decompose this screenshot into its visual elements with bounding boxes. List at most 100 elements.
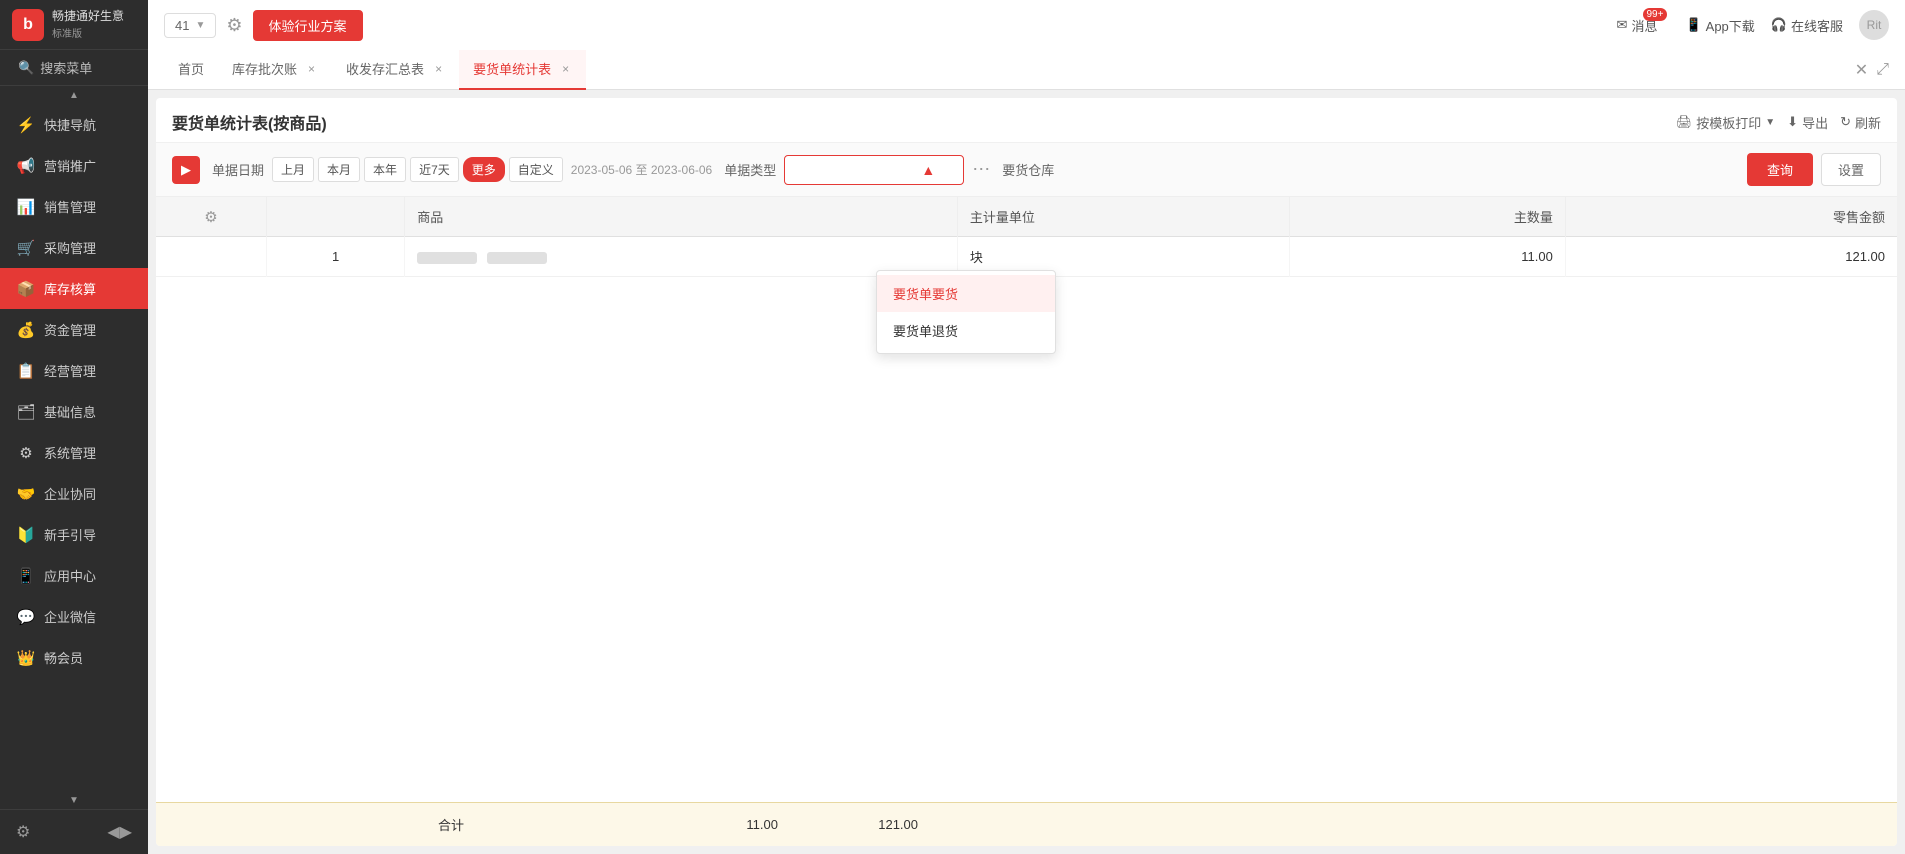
tab-home[interactable]: 首页 [164,50,218,90]
tab-receive-summary-close[interactable]: × [432,61,445,77]
more-filters-icon[interactable]: ⋯ [972,159,990,180]
refresh-icon: ↻ [1840,114,1851,130]
search-label: 搜索菜单 [40,58,92,77]
date-last-month-btn[interactable]: 上月 [272,157,314,182]
user-name: Rit [1867,18,1882,32]
app-download-item[interactable]: 📱 App下载 [1685,16,1754,35]
nav-label-sales: 销售管理 [44,197,96,216]
system-icon: ⚙ [16,444,36,462]
date-quick-btns: 上月 本月 本年 近7天 更多 自定义 [272,157,563,182]
dropdown-item-order-return[interactable]: 要货单退货 [877,312,1055,349]
td-qty: 11.00 [1289,237,1565,277]
date-custom-btn[interactable]: 自定义 [509,157,563,182]
logo-title: 畅捷通好生意 [52,9,124,25]
filter-actions: 查询 设置 [1747,153,1881,186]
sales-icon: 📊 [16,198,36,216]
member-icon: 👑 [16,649,36,667]
online-service-icon: 🎧 [1771,17,1787,33]
sidebar-item-purchase[interactable]: 🛒采购管理 [0,227,148,268]
sidebar-item-system[interactable]: ⚙系统管理 [0,432,148,473]
date-this-month-btn[interactable]: 本月 [318,157,360,182]
search-menu[interactable]: 🔍 搜索菜单 [0,50,148,86]
online-service-item[interactable]: 🎧 在线客服 [1771,16,1843,35]
type-filter-label: 单据类型 [724,160,776,179]
col-product: 商品 [405,197,958,237]
tab-batch-account-label: 库存批次账 [232,59,297,78]
sidebar-item-finance[interactable]: 💰资金管理 [0,309,148,350]
tab-expand-btn[interactable]: ⤢ [1876,61,1889,79]
tab-order-stats[interactable]: 要货单统计表 × [459,50,586,90]
sidebar-item-inventory[interactable]: 📦库存核算 [0,268,148,309]
sidebar-item-app-center[interactable]: 📱应用中心 [0,555,148,596]
store-selector-chevron-icon: ▼ [195,20,205,31]
dropdown-item-order-goods[interactable]: 要货单要货 [877,275,1055,312]
sidebar-item-quick-nav[interactable]: ⚡快捷导航 [0,104,148,145]
sidebar-item-guide[interactable]: 🔰新手引导 [0,514,148,555]
product-placeholder-1 [417,252,477,264]
type-select[interactable]: ▲ [784,155,964,185]
finance-icon: 💰 [16,321,36,339]
tab-batch-account[interactable]: 库存批次账 × [218,50,332,90]
nav-label-purchase: 采购管理 [44,238,96,257]
col-settings: ⚙ [156,197,267,237]
td-amount: 121.00 [1565,237,1897,277]
tab-receive-summary[interactable]: 收发存汇总表 × [332,50,459,90]
scroll-up-btn[interactable]: ▲ [0,86,148,104]
refresh-btn[interactable]: ↻ 刷新 [1840,113,1881,132]
sidebar: b 畅捷通好生意 标准版 🔍 搜索菜单 ▲ ⚡快捷导航📢营销推广 📊 销售管理 🛒采购… [0,0,148,854]
tab-order-stats-close[interactable]: × [559,61,572,77]
tab-close-all-btn[interactable]: ✕ [1855,60,1868,80]
dropdown-item-order-return-label: 要货单退货 [893,324,958,339]
td-product [405,237,958,277]
date-last-7days-btn[interactable]: 近7天 [410,157,459,182]
sidebar-item-basic-info[interactable]: 🗂基础信息 [0,391,148,432]
type-filter-group: 单据类型 ▲ ⋯ [724,155,990,185]
nav-label-marketing: 营销推广 [44,156,96,175]
export-icon: ⬇ [1787,114,1798,130]
footer-total-qty: 11.00 [658,817,778,832]
content-area: 要货单统计表(按商品) 🖨 按模板打印 ▼ ⬇ 导出 ↻ 刷新 [156,98,1897,846]
messages-item[interactable]: ✉ 消息 99+ [1617,16,1658,35]
wechat-icon: 💬 [16,608,36,626]
sidebar-item-wechat[interactable]: 💬企业微信 [0,596,148,637]
enterprise-icon: 🤝 [16,485,36,503]
print-btn[interactable]: 🖨 按模板打印 ▼ [1676,113,1775,132]
nav-label-basic-info: 基础信息 [44,402,96,421]
export-btn[interactable]: ⬇ 导出 [1787,113,1828,132]
tab-order-stats-label: 要货单统计表 [473,59,551,78]
trial-btn[interactable]: 体验行业方案 [253,10,363,41]
topbar-left: 41 ▼ ⚙ 体验行业方案 [164,10,363,41]
topbar: 41 ▼ ⚙ 体验行业方案 ✉ 消息 99+ 📱 App下载 🎧 在线客服 [148,0,1905,50]
nav-label-quick-nav: 快捷导航 [44,115,96,134]
print-label: 按模板打印 [1696,113,1761,132]
sidebar-item-business[interactable]: 📋经营管理 [0,350,148,391]
inventory-icon: 📦 [16,280,36,298]
query-btn[interactable]: 查询 [1747,153,1813,186]
user-profile[interactable]: Rit [1859,10,1889,40]
sidebar-item-sales[interactable]: 📊 销售管理 [0,186,148,227]
date-this-year-btn[interactable]: 本年 [364,157,406,182]
col-qty: 主数量 [1289,197,1565,237]
tabs-end: ✕ ⤢ [1855,60,1889,80]
settings-btn[interactable]: 设置 [1821,153,1881,186]
sidebar-item-member[interactable]: 👑畅会员 [0,637,148,678]
col-settings-icon[interactable]: ⚙ [204,209,217,226]
tabs-bar: 首页 库存批次账 × 收发存汇总表 × 要货单统计表 × ✕ ⤢ [148,50,1905,90]
user-avatar: Rit [1859,10,1889,40]
date-more-btn[interactable]: 更多 [463,157,505,182]
nav-label-guide: 新手引导 [44,525,96,544]
collapse-icon[interactable]: ◀▶ [107,822,132,842]
store-selector[interactable]: 41 ▼ [164,13,216,38]
table-footer: 合计 11.00 121.00 [156,802,1897,846]
message-icon: ✉ [1617,17,1628,33]
sidebar-item-marketing[interactable]: 📢营销推广 [0,145,148,186]
settings-bottom-icon[interactable]: ⚙ [16,822,30,842]
print-icon: 🖨 [1676,114,1693,130]
scroll-down-btn[interactable]: ▼ [0,791,148,809]
tab-batch-account-close[interactable]: × [305,61,318,77]
filter-expand-btn[interactable]: ▶ [172,156,200,184]
topbar-settings-icon[interactable]: ⚙ [226,15,242,36]
sidebar-logo: b 畅捷通好生意 标准版 [0,0,148,50]
expand-icon: ▶ [181,162,191,178]
sidebar-item-enterprise[interactable]: 🤝企业协同 [0,473,148,514]
